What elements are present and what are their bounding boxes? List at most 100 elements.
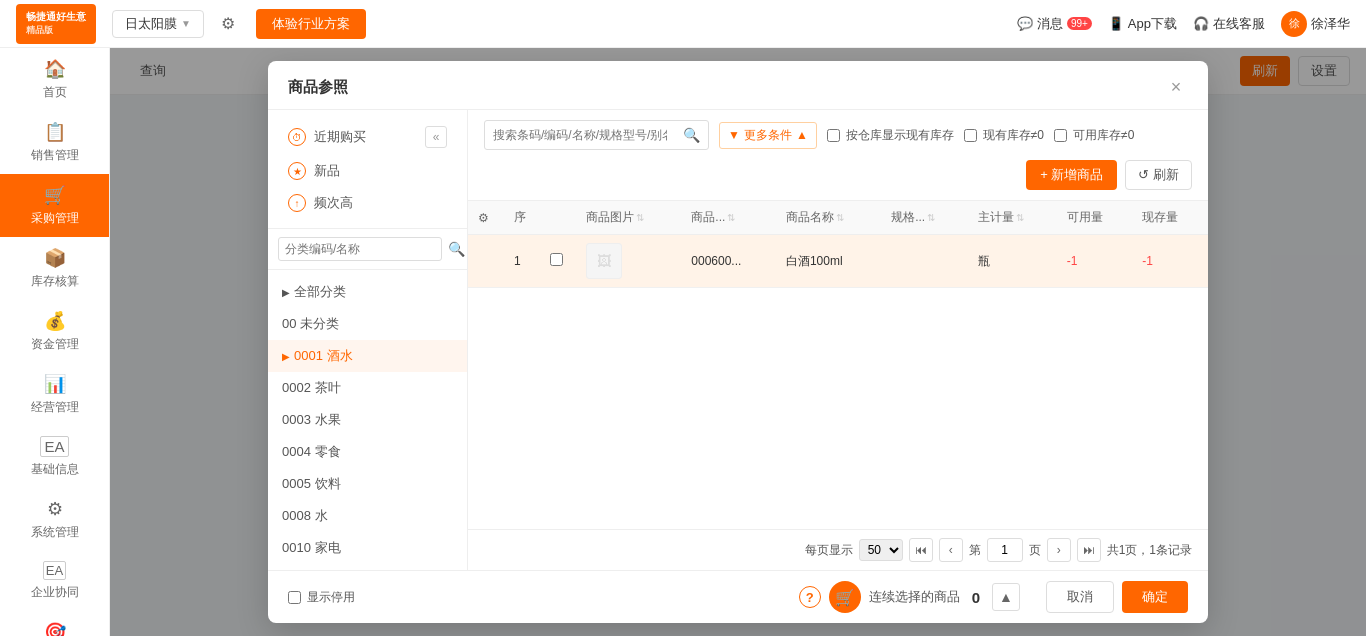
recent-icon: ⏱ [288,128,306,146]
toolbar-right: + 新增商品 ↺ 刷新 [1026,160,1192,190]
product-table: ⚙ 序 商品图片⇅ 商品...⇅ [468,201,1208,288]
messages-nav-item[interactable]: 💬 消息 99+ [1017,15,1092,33]
enterprise-icon: EA [43,561,66,580]
category-list: ▶ 全部分类 00 未分类 ▶ 0001 酒水 0002 茶 [268,270,467,570]
warehouse-stock-checkbox[interactable] [827,129,840,142]
cell-available: -1 [1057,235,1133,288]
category-search-section: 🔍 [268,229,467,270]
message-icon: 💬 [1017,16,1033,31]
sidebar-item-inventory[interactable]: 📦 库存核算 [0,237,109,300]
page-suffix-label: 页 [1029,542,1041,559]
modal-right-panel: 🔍 ▼ 更多条件 ▲ 按仓库显示现有库存 [468,110,1208,570]
add-product-button[interactable]: + 新增商品 [1026,160,1117,190]
help-icon-button[interactable]: ? [799,586,821,608]
next-page-button[interactable]: › [1047,538,1071,562]
store-selector[interactable]: 日太阳膜 ▼ [112,10,204,38]
trial-btn[interactable]: 体验行业方案 [256,9,366,39]
sidebar: 🏠 首页 📋 销售管理 🛒 采购管理 📦 库存核算 💰 资金管理 📊 经营管理 … [0,48,110,636]
modal-title: 商品参照 [288,78,348,97]
avatar: 徐 [1281,11,1307,37]
cell-spec [881,235,967,288]
app-download-item[interactable]: 📱 App下载 [1108,15,1177,33]
category-0008[interactable]: 0008 水 [268,500,467,532]
settings-gear-icon[interactable]: ⚙ [212,8,244,40]
quick-nav-new[interactable]: ★ 新品 [278,156,457,186]
message-badge: 99+ [1067,17,1092,30]
content-area: 查询 刷新 设置 商品参照 × [110,48,1366,636]
new-product-icon: ★ [288,162,306,180]
cancel-button[interactable]: 取消 [1046,581,1114,613]
row-checkbox[interactable] [550,253,563,266]
product-thumbnail: 🖼 [586,243,622,279]
continue-select-label: 连续选择的商品 [869,588,960,606]
category-search-icon[interactable]: 🔍 [448,241,465,257]
quick-nav-recent[interactable]: ⏱ 近期购买 « [278,120,457,154]
footer-center: ? 🛒 连续选择的商品 0 ▲ [799,581,1020,613]
th-code: 商品...⇅ [681,201,776,235]
product-search-button[interactable]: 🔍 [675,127,708,143]
sidebar-item-operation[interactable]: 📊 经营管理 [0,363,109,426]
cell-unit: 瓶 [968,235,1057,288]
collapse-nav-button[interactable]: « [425,126,447,148]
category-all[interactable]: ▶ 全部分类 [268,276,467,308]
show-disabled-checkbox[interactable] [288,591,301,604]
image-placeholder-icon: 🖼 [597,253,611,269]
refresh-button[interactable]: ↺ 刷新 [1125,160,1192,190]
category-0010[interactable]: 0010 家电 [268,532,467,564]
sales-icon: 📋 [44,121,66,143]
nonzero-available-checkbox[interactable] [1054,129,1067,142]
collapse-up-button[interactable]: ▲ [992,583,1020,611]
modal-close-button[interactable]: × [1164,75,1188,99]
modal-header: 商品参照 × [268,61,1208,110]
more-filters-button[interactable]: ▼ 更多条件 ▲ [719,122,817,149]
category-00[interactable]: 00 未分类 [268,308,467,340]
online-service-item[interactable]: 🎧 在线客服 [1193,15,1265,33]
sidebar-item-system[interactable]: ⚙ 系统管理 [0,488,109,551]
sidebar-item-basic[interactable]: EA 基础信息 [0,426,109,488]
first-page-button[interactable]: ⏮ [909,538,933,562]
per-page-label: 每页显示 [805,542,853,559]
store-selector-arrow-icon: ▼ [181,18,191,29]
sidebar-item-guide[interactable]: 🎯 新手引导 [0,611,109,636]
home-icon: 🏠 [44,58,66,80]
image-sort-icon[interactable]: ⇅ [636,212,644,223]
expand-icon: ▶ [282,287,290,298]
sidebar-item-enterprise[interactable]: EA 企业协同 [0,551,109,611]
frequent-icon: ↑ [288,194,306,212]
quick-nav-frequent[interactable]: ↑ 频次高 [278,188,457,218]
product-reference-modal: 商品参照 × ⏱ 近期购买 [268,61,1208,623]
category-search-input[interactable] [278,237,442,261]
category-0002[interactable]: 0002 茶叶 [268,372,467,404]
modal-body: ⏱ 近期购买 « ★ 新品 ↑ [268,110,1208,570]
category-0001[interactable]: ▶ 0001 酒水 [268,340,467,372]
unit-sort-icon[interactable]: ⇅ [1016,212,1024,223]
per-page-select[interactable]: 50 [859,539,903,561]
user-profile-item[interactable]: 徐 徐泽华 [1281,11,1350,37]
prev-page-button[interactable]: ‹ [939,538,963,562]
sidebar-item-purchase[interactable]: 🛒 采购管理 [0,174,109,237]
category-0005[interactable]: 0005 饮料 [268,468,467,500]
page-number-input[interactable] [987,538,1023,562]
code-sort-icon[interactable]: ⇅ [727,212,735,223]
th-stock: 现存量 [1132,201,1208,235]
spec-sort-icon[interactable]: ⇅ [927,212,935,223]
sidebar-item-finance[interactable]: 💰 资金管理 [0,300,109,363]
nonzero-stock-checkbox[interactable] [964,129,977,142]
cell-seq: 1 [504,235,540,288]
name-sort-icon[interactable]: ⇅ [836,212,844,223]
product-search-input[interactable] [485,128,675,142]
cart-icon-button[interactable]: 🛒 [829,581,861,613]
modal-overlay: 商品参照 × ⏱ 近期购买 [110,48,1366,636]
table-row[interactable]: 1 🖼 [468,235,1208,288]
finance-icon: 💰 [44,310,66,332]
product-search-bar: 🔍 [484,120,709,150]
filter-icon: ▼ [728,128,740,142]
category-0004[interactable]: 0004 零食 [268,436,467,468]
th-check [540,201,576,235]
confirm-button[interactable]: 确定 [1122,581,1188,613]
last-page-button[interactable]: ⏭ [1077,538,1101,562]
sidebar-item-home[interactable]: 🏠 首页 [0,48,109,111]
category-0003[interactable]: 0003 水果 [268,404,467,436]
sidebar-item-sales[interactable]: 📋 销售管理 [0,111,109,174]
column-settings-icon[interactable]: ⚙ [478,211,489,225]
